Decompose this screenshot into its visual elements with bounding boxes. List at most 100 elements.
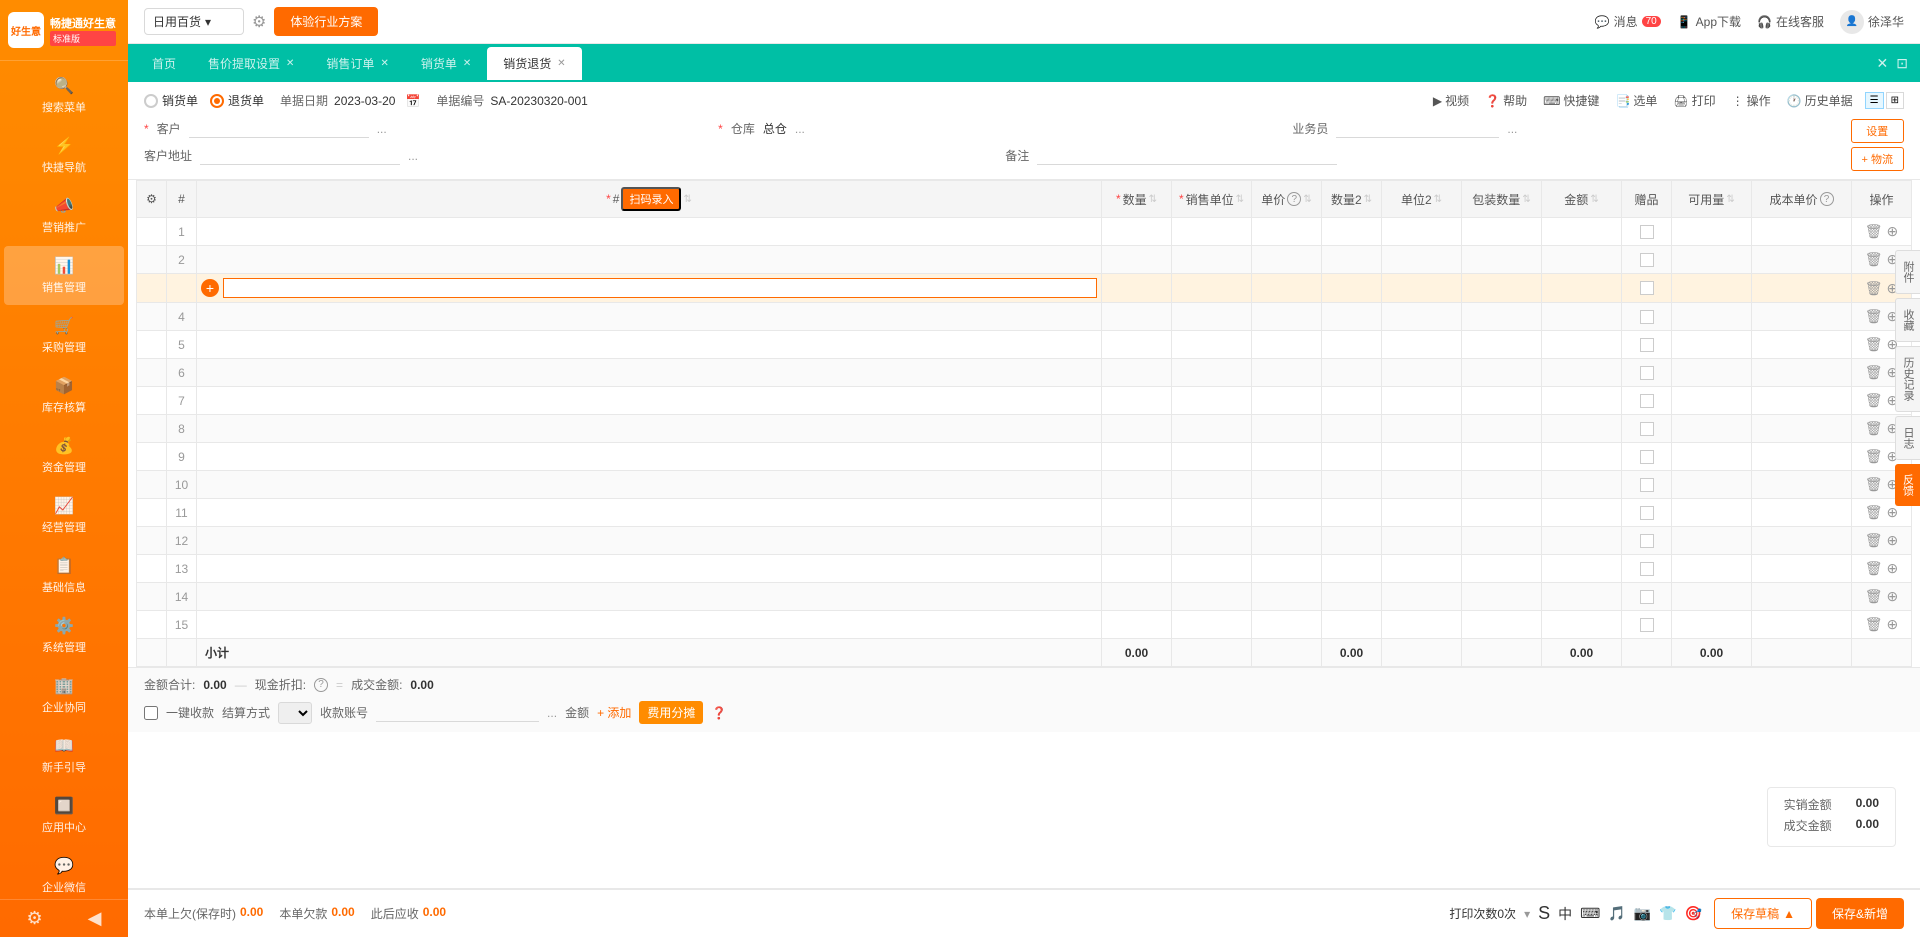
delete-row-4-icon[interactable]: 🗑 (1865, 308, 1883, 325)
row-product-11[interactable] (197, 499, 1102, 527)
row-unit-10[interactable] (1172, 471, 1252, 499)
row-cost-2[interactable] (1752, 246, 1852, 274)
row-qty-9[interactable] (1102, 443, 1172, 471)
row-gift-1[interactable] (1622, 218, 1672, 246)
calendar-icon[interactable]: 📅 (405, 94, 420, 108)
row-qty2-2[interactable] (1322, 246, 1382, 274)
copy-row-11-icon[interactable]: ⊕ (1887, 504, 1899, 521)
video-btn[interactable]: ▶ 视频 (1429, 90, 1473, 111)
row-cost-13[interactable] (1752, 555, 1852, 583)
row-price-3[interactable] (1252, 274, 1322, 303)
print-btn[interactable]: 🖨 打印 (1669, 90, 1719, 111)
delete-row-14-icon[interactable]: 🗑 (1865, 588, 1883, 605)
row-pack-12[interactable] (1462, 527, 1542, 555)
row-unit-15[interactable] (1172, 611, 1252, 639)
row-avail-8[interactable] (1672, 415, 1752, 443)
row-amount-5[interactable] (1542, 331, 1622, 359)
row-product-13[interactable] (197, 555, 1102, 583)
row-product-4[interactable] (197, 303, 1102, 331)
delete-row-3-icon[interactable]: 🗑 (1865, 280, 1883, 297)
row-unit2-4[interactable] (1382, 303, 1462, 331)
row-amount-4[interactable] (1542, 303, 1622, 331)
row-price-5[interactable] (1252, 331, 1322, 359)
tab-sale-return[interactable]: 销货退货 ✕ (487, 47, 581, 80)
message-btn[interactable]: 💬 消息 70 (1595, 13, 1661, 30)
topbar-gear-icon[interactable]: ⚙ (252, 12, 266, 32)
row-cost-6[interactable] (1752, 359, 1852, 387)
row-qty2-13[interactable] (1322, 555, 1382, 583)
delete-row-1-icon[interactable]: 🗑 (1865, 223, 1883, 240)
row-price-12[interactable] (1252, 527, 1322, 555)
table-view-btn[interactable]: ☰ (1865, 92, 1884, 109)
copy-row-13-icon[interactable]: ⊕ (1887, 560, 1899, 577)
gift-checkbox-14[interactable] (1640, 590, 1654, 604)
experience-btn[interactable]: 体验行业方案 (274, 7, 378, 36)
row-product-7[interactable] (197, 387, 1102, 415)
close-window-icon[interactable]: ✕ (1873, 51, 1893, 76)
delete-row-6-icon[interactable]: 🗑 (1865, 364, 1883, 381)
row-cost-12[interactable] (1752, 527, 1852, 555)
row-product-12[interactable] (197, 527, 1102, 555)
row-cost-15[interactable] (1752, 611, 1852, 639)
row-unit2-12[interactable] (1382, 527, 1462, 555)
row-qty2-10[interactable] (1322, 471, 1382, 499)
row-qty2-3[interactable] (1322, 274, 1382, 303)
address-ellipsis[interactable]: ... (408, 149, 418, 163)
row-amount-10[interactable] (1542, 471, 1622, 499)
delete-row-2-icon[interactable]: 🗑 (1865, 251, 1883, 268)
tab-sale-price[interactable]: 售价提取设置 ✕ (192, 47, 310, 80)
sidebar-item-sales[interactable]: 📊 销售管理 (4, 246, 124, 305)
row-product-1[interactable] (197, 218, 1102, 246)
row-price-4[interactable] (1252, 303, 1322, 331)
staff-input[interactable] (1336, 119, 1499, 138)
row-price-9[interactable] (1252, 443, 1322, 471)
row-unit-2[interactable] (1172, 246, 1252, 274)
row-price-7[interactable] (1252, 387, 1322, 415)
row-pack-2[interactable] (1462, 246, 1542, 274)
gift-checkbox-9[interactable] (1640, 450, 1654, 464)
row-qty2-5[interactable] (1322, 331, 1382, 359)
delete-row-5-icon[interactable]: 🗑 (1865, 336, 1883, 353)
row-cost-11[interactable] (1752, 499, 1852, 527)
gift-checkbox-3[interactable] (1640, 281, 1654, 295)
scan-btn[interactable]: 扫码录入 (621, 187, 681, 211)
row-gift-14[interactable] (1622, 583, 1672, 611)
one-key-receipt-checkbox[interactable] (144, 706, 158, 720)
delete-row-15-icon[interactable]: 🗑 (1865, 616, 1883, 633)
copy-row-1-icon[interactable]: ⊕ (1887, 223, 1899, 240)
sidebar-item-apps[interactable]: 🔲 应用中心 (4, 786, 124, 845)
delete-row-13-icon[interactable]: 🗑 (1865, 560, 1883, 577)
row-avail-13[interactable] (1672, 555, 1752, 583)
row-qty-15[interactable] (1102, 611, 1172, 639)
row-avail-5[interactable] (1672, 331, 1752, 359)
row-unit2-1[interactable] (1382, 218, 1462, 246)
row-amount-11[interactable] (1542, 499, 1622, 527)
row-gift-12[interactable] (1622, 527, 1672, 555)
row-price-13[interactable] (1252, 555, 1322, 583)
row-qty2-7[interactable] (1322, 387, 1382, 415)
row-product-2[interactable] (197, 246, 1102, 274)
row-product-15[interactable] (197, 611, 1102, 639)
favorite-btn[interactable]: 收藏 (1895, 298, 1920, 342)
add-payment-btn[interactable]: + 添加 (597, 704, 631, 721)
row-cost-10[interactable] (1752, 471, 1852, 499)
sidebar-item-purchase[interactable]: 🛒 采购管理 (4, 306, 124, 365)
row-qty-12[interactable] (1102, 527, 1172, 555)
row-price-1[interactable] (1252, 218, 1322, 246)
sidebar-item-basic[interactable]: 📋 基础信息 (4, 546, 124, 605)
row-qty2-11[interactable] (1322, 499, 1382, 527)
fee-split-btn[interactable]: 费用分摊 (639, 701, 703, 724)
row-pack-14[interactable] (1462, 583, 1542, 611)
sidebar-item-finance[interactable]: 💰 资金管理 (4, 426, 124, 485)
row-pack-15[interactable] (1462, 611, 1542, 639)
card-view-btn[interactable]: ⊞ (1886, 92, 1904, 109)
row-unit2-6[interactable] (1382, 359, 1462, 387)
row-pack-6[interactable] (1462, 359, 1542, 387)
row-amount-15[interactable] (1542, 611, 1622, 639)
sidebar-item-search[interactable]: 🔍 搜索菜单 (4, 66, 124, 125)
gift-checkbox-11[interactable] (1640, 506, 1654, 520)
row-pack-8[interactable] (1462, 415, 1542, 443)
row-cost-7[interactable] (1752, 387, 1852, 415)
row-qty-8[interactable] (1102, 415, 1172, 443)
row-qty-6[interactable] (1102, 359, 1172, 387)
